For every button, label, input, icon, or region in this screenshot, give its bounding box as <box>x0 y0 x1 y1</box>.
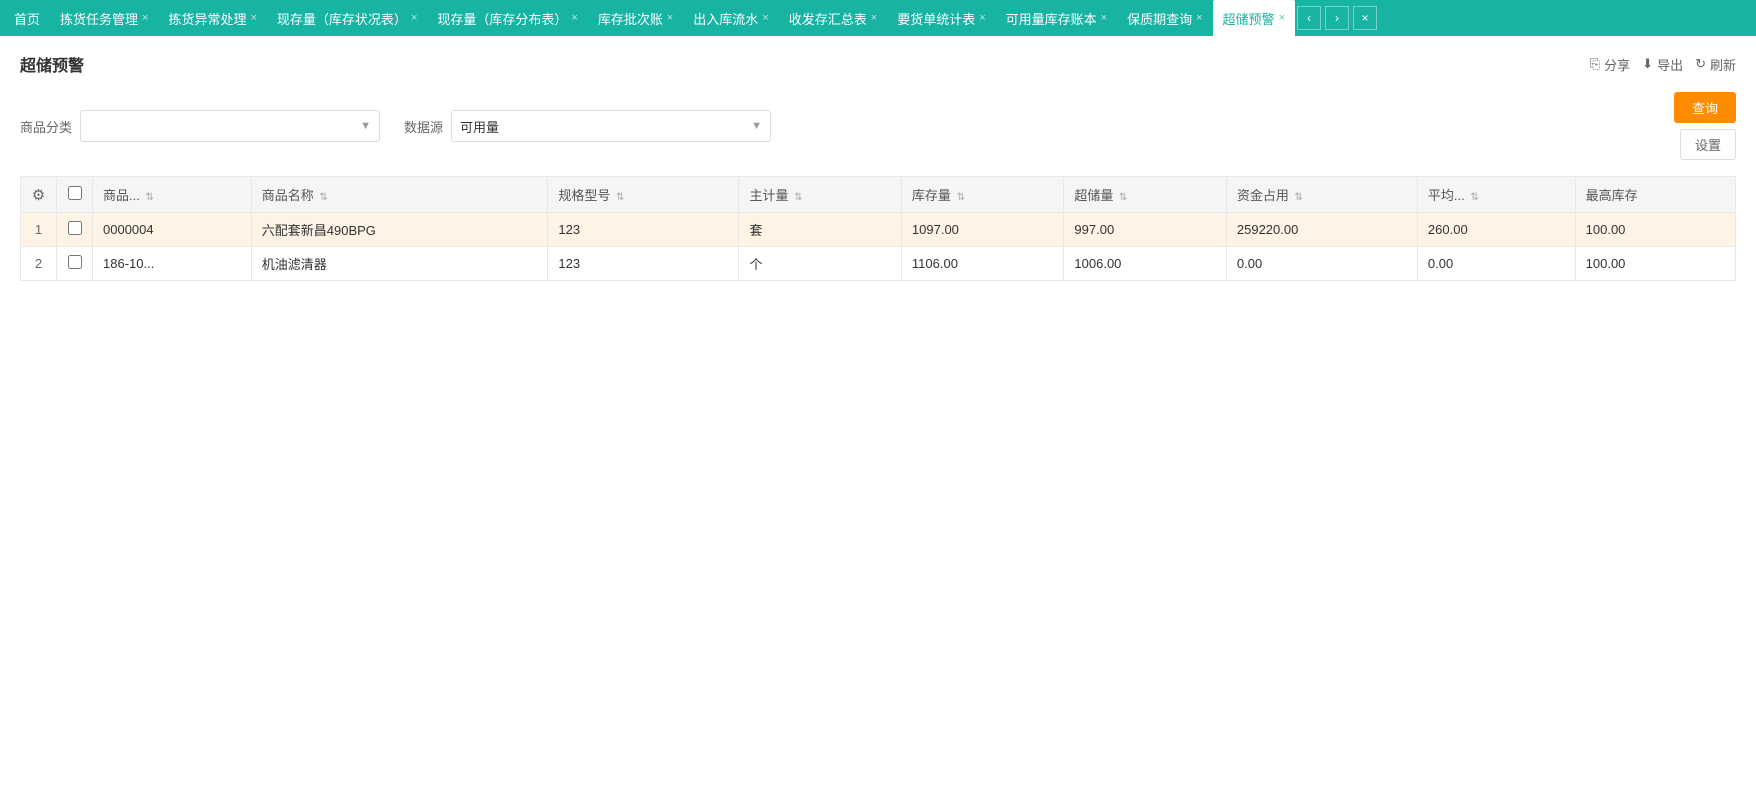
row-capital-0: 259220.00 <box>1226 213 1417 247</box>
row-checkbox-0 <box>57 213 93 247</box>
table-header-unit[interactable]: 主计量 ⇅ <box>739 177 901 213</box>
nav-prev-button[interactable]: ‹ <box>1297 6 1321 30</box>
sort-icon-product-name: ⇅ <box>319 192 327 203</box>
table-row: 2 186-10... 机油滤清器 123 个 1106.00 1006.00 … <box>21 247 1736 281</box>
row-checkbox-1 <box>57 247 93 281</box>
sort-icon-spec: ⇅ <box>616 192 624 203</box>
page-actions: ⎘ 分享 ⬇ 导出 ↻ 刷新 <box>1590 55 1736 74</box>
row-avg-0: 260.00 <box>1417 213 1575 247</box>
share-icon: ⎘ <box>1590 56 1600 72</box>
set-button[interactable]: 设置 <box>1680 129 1736 160</box>
page-title: 超储预警 <box>20 52 84 76</box>
datasource-select-value: 可用量 <box>460 117 499 136</box>
table-header-avg[interactable]: 平均... ⇅ <box>1417 177 1575 213</box>
refresh-button[interactable]: ↻ 刷新 <box>1695 55 1736 74</box>
page-content: 超储预警 ⎘ 分享 ⬇ 导出 ↻ 刷新 商品分类 ▼ 数据源 <box>0 36 1756 297</box>
row-spec-0: 123 <box>548 213 739 247</box>
nav-item-avail-stock[interactable]: 可用量库存账本 × <box>996 0 1117 36</box>
nav-close-quality[interactable]: × <box>1196 12 1202 24</box>
nav-next-button[interactable]: › <box>1325 6 1349 30</box>
filter-group-datasource: 数据源 可用量 ▼ <box>404 110 771 142</box>
nav-close-summary[interactable]: × <box>871 12 877 24</box>
table-header-spec[interactable]: 规格型号 ⇅ <box>548 177 739 213</box>
export-button[interactable]: ⬇ 导出 <box>1642 55 1683 74</box>
nav-item-overstock[interactable]: 超储预警 × <box>1213 0 1295 36</box>
category-label: 商品分类 <box>20 117 72 136</box>
row-avg-1: 0.00 <box>1417 247 1575 281</box>
table-header-stock[interactable]: 库存量 ⇅ <box>901 177 1063 213</box>
sort-icon-over-stock: ⇅ <box>1119 192 1127 203</box>
table-header-product-code[interactable]: 商品... ⇅ <box>93 177 252 213</box>
table-header-checkbox <box>57 177 93 213</box>
query-button[interactable]: 查询 <box>1674 92 1736 123</box>
nav-more-button[interactable]: × <box>1353 6 1377 30</box>
nav-item-flow[interactable]: 出入库流水 × <box>683 0 778 36</box>
sort-icon-stock: ⇅ <box>957 192 965 203</box>
table-header-capital[interactable]: 资金占用 ⇅ <box>1226 177 1417 213</box>
nav-item-stock-dist[interactable]: 现存量（库存分布表） × <box>427 0 587 36</box>
datasource-chevron-icon: ▼ <box>751 120 762 132</box>
row-unit-1: 个 <box>739 247 901 281</box>
refresh-icon: ↻ <box>1695 56 1706 72</box>
row-unit-0: 套 <box>739 213 901 247</box>
nav-close-pick-task[interactable]: × <box>142 12 148 24</box>
nav-close-pick-exception[interactable]: × <box>250 12 256 24</box>
row-over-stock-1: 1006.00 <box>1064 247 1226 281</box>
row-product-code-1: 186-10... <box>93 247 252 281</box>
nav-close-batch[interactable]: × <box>667 12 673 24</box>
nav-close-flow[interactable]: × <box>762 12 768 24</box>
row-select-checkbox-0[interactable] <box>68 221 82 235</box>
nav-item-batch[interactable]: 库存批次账 × <box>588 0 683 36</box>
datasource-label: 数据源 <box>404 117 443 136</box>
row-product-code-0: 0000004 <box>93 213 252 247</box>
row-max-stock-0: 100.00 <box>1575 213 1735 247</box>
row-capital-1: 0.00 <box>1226 247 1417 281</box>
table-row: 1 0000004 六配套新昌490BPG 123 套 1097.00 997.… <box>21 213 1736 247</box>
category-chevron-icon: ▼ <box>360 120 371 132</box>
nav-close-overstock[interactable]: × <box>1279 12 1285 24</box>
nav-item-pick-task[interactable]: 拣货任务管理 × <box>50 0 158 36</box>
nav-item-pick-exception[interactable]: 拣货异常处理 × <box>158 0 266 36</box>
sort-icon-avg: ⇅ <box>1470 192 1478 203</box>
share-button[interactable]: ⎘ 分享 <box>1590 55 1630 74</box>
nav-item-stock-status[interactable]: 现存量（库存状况表） × <box>267 0 427 36</box>
row-stock-1: 1106.00 <box>901 247 1063 281</box>
data-table: ⚙ 商品... ⇅ 商品名称 ⇅ 规格型号 ⇅ 主计量 <box>20 176 1736 281</box>
row-num-1: 2 <box>21 247 57 281</box>
filter-row: 商品分类 ▼ 数据源 可用量 ▼ 查询 设置 <box>20 92 1736 160</box>
nav-close-avail-stock[interactable]: × <box>1101 12 1107 24</box>
nav-item-home[interactable]: 首页 <box>4 0 50 36</box>
datasource-select[interactable]: 可用量 ▼ <box>451 110 771 142</box>
nav-close-order-stat[interactable]: × <box>979 12 985 24</box>
nav-item-summary[interactable]: 收发存汇总表 × <box>779 0 887 36</box>
sort-icon-capital: ⇅ <box>1295 192 1303 203</box>
table-header-over-stock[interactable]: 超储量 ⇅ <box>1064 177 1226 213</box>
row-select-checkbox-1[interactable] <box>68 255 82 269</box>
row-spec-1: 123 <box>548 247 739 281</box>
nav-close-stock-dist[interactable]: × <box>571 12 577 24</box>
table-header-max-stock[interactable]: 最高库存 <box>1575 177 1735 213</box>
sort-icon-unit: ⇅ <box>794 192 802 203</box>
category-select[interactable]: ▼ <box>80 110 380 142</box>
sort-icon-product-code: ⇅ <box>145 192 153 203</box>
row-product-name-1: 机油滤清器 <box>251 247 548 281</box>
nav-item-quality[interactable]: 保质期查询 × <box>1117 0 1212 36</box>
table-header-product-name[interactable]: 商品名称 ⇅ <box>251 177 548 213</box>
select-all-checkbox[interactable] <box>68 186 82 200</box>
export-icon: ⬇ <box>1642 56 1653 72</box>
row-over-stock-0: 997.00 <box>1064 213 1226 247</box>
row-max-stock-1: 100.00 <box>1575 247 1735 281</box>
gear-icon[interactable]: ⚙ <box>32 187 45 204</box>
row-stock-0: 1097.00 <box>901 213 1063 247</box>
row-num-0: 1 <box>21 213 57 247</box>
page-title-row: 超储预警 ⎘ 分享 ⬇ 导出 ↻ 刷新 <box>20 52 1736 76</box>
nav-item-order-stat[interactable]: 要货单统计表 × <box>887 0 995 36</box>
filter-group-category: 商品分类 ▼ <box>20 110 380 142</box>
nav-close-stock-status[interactable]: × <box>411 12 417 24</box>
row-product-name-0: 六配套新昌490BPG <box>251 213 548 247</box>
top-nav: 首页 拣货任务管理 × 拣货异常处理 × 现存量（库存状况表） × 现存量（库存… <box>0 0 1756 36</box>
table-header-gear: ⚙ <box>21 177 57 213</box>
